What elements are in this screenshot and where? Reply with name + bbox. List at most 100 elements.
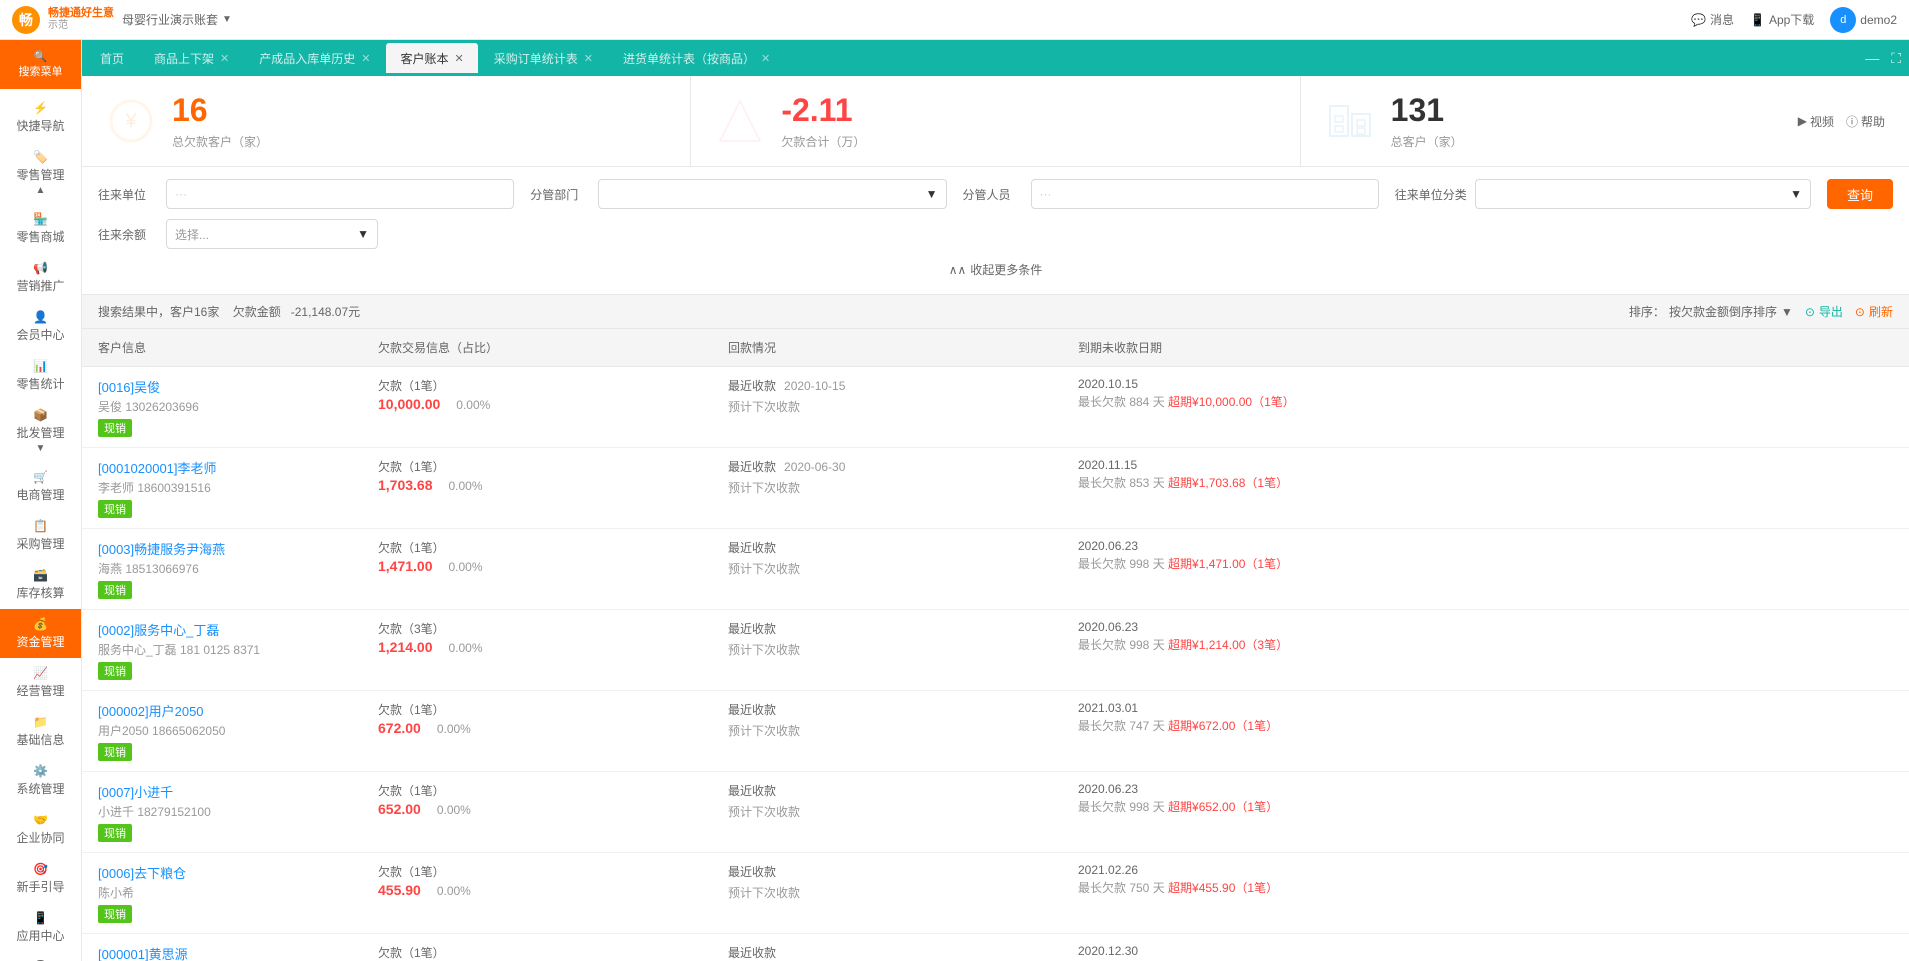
tab-bar-right: — ⛶ [1861, 50, 1905, 67]
sidebar-item-quicknav[interactable]: ⚡ 快捷导航 [0, 93, 81, 142]
sidebar-item-retail-stats[interactable]: 📊 零售统计 [0, 351, 81, 400]
overdue-amount-7[interactable]: 超期¥455.90（1笔） [1168, 881, 1278, 895]
query-button[interactable]: 查询 [1827, 179, 1893, 209]
tab-bar: 首页 商品上下架 ✕ 产成品入库单历史 ✕ 客户账本 ✕ 采购订单统计表 ✕ 进… [82, 40, 1909, 76]
debt-amount-2[interactable]: 1,703.68 [378, 477, 433, 493]
customer-name-1[interactable]: [0016]吴俊 [98, 377, 378, 396]
sidebar-item-enterprise[interactable]: 🤝 企业协同 [0, 805, 81, 854]
recovery-cell-7: 最近收款 预计下次收款 [728, 863, 1078, 901]
customer-name-5[interactable]: [000002]用户2050 [98, 701, 378, 720]
sidebar-item-newguide[interactable]: 🎯 新手引导 [0, 854, 81, 903]
overdue-amount-2[interactable]: 超期¥1,703.68（1笔） [1168, 476, 1288, 490]
overdue-date-2: 2020.11.15 [1078, 458, 1893, 472]
overdue-amount-3[interactable]: 超期¥1,471.00（1笔） [1168, 557, 1288, 571]
refresh-button[interactable]: ⊙ 刷新 [1855, 303, 1893, 320]
help-btn[interactable]: ⓘ 帮助 [1846, 113, 1885, 130]
overdue-days-5: 最长欠款 747 天 超期¥672.00（1笔） [1078, 717, 1893, 734]
video-btn[interactable]: ▶ 视频 [1798, 113, 1834, 130]
sort-button[interactable]: 排序： 按欠款金额倒序排序 ▼ [1629, 303, 1793, 320]
sidebar-item-batch-mgmt[interactable]: 📦 批发管理 ▼ [0, 400, 81, 462]
store-selector[interactable]: 母婴行业演示账套 ▼ [122, 11, 232, 28]
app-download-btn[interactable]: 📱 App下载 [1750, 11, 1814, 28]
sidebar-item-finance[interactable]: 💰 资金管理 [0, 609, 81, 658]
sidebar-item-inventory[interactable]: 🗃️ 库存核算 [0, 560, 81, 609]
debt-amount-1[interactable]: 10,000.00 [378, 396, 440, 412]
table-row: [0016]吴俊 吴俊 13026203696 现销 欠款（1笔） 10,000… [82, 367, 1909, 448]
sidebar-item-retail-mgmt[interactable]: 🏷️ 零售管理 ▲ [0, 142, 81, 204]
recovery-info-1: 最近收款2020-10-15 [728, 377, 1078, 394]
debt-customers-icon: ¥ [106, 96, 156, 146]
sidebar-item-purchase[interactable]: 📋 采购管理 [0, 511, 81, 560]
tab-import-stats-close[interactable]: ✕ [761, 52, 770, 65]
total-customers-value: 131 [1391, 92, 1463, 129]
table-row: [0001020001]李老师 李老师 18600391516 现销 欠款（1笔… [82, 448, 1909, 529]
debt-amount-5[interactable]: 672.00 [378, 720, 421, 736]
tab-production[interactable]: 产成品入库单历史 ✕ [245, 43, 384, 73]
customer-name-3[interactable]: [0003]畅捷服务尹海燕 [98, 539, 378, 558]
recovery-info-7: 最近收款 [728, 863, 1078, 880]
sidebar-item-operations[interactable]: 📈 经营管理 [0, 658, 81, 707]
message-btn[interactable]: 💬 消息 [1691, 11, 1734, 28]
debt-ratio-4: 0.00% [449, 641, 483, 655]
user-name: demo2 [1860, 13, 1897, 27]
tab-maximize-btn[interactable]: ⛶ [1887, 50, 1905, 67]
table-row: [0002]服务中心_丁磊 服务中心_丁磊 181 0125 8371 现销 欠… [82, 610, 1909, 691]
debt-amount-6[interactable]: 652.00 [378, 801, 421, 817]
sidebar-item-marketing[interactable]: 📢 营销推广 [0, 253, 81, 302]
tab-minimize-btn[interactable]: — [1861, 50, 1883, 67]
balance-select[interactable]: 选择... ▼ [166, 219, 378, 249]
unit-category-arrow-icon: ▼ [1790, 187, 1802, 201]
tab-goods[interactable]: 商品上下架 ✕ [140, 43, 243, 73]
customer-name-7[interactable]: [0006]去下粮仓 [98, 863, 378, 882]
customer-name-6[interactable]: [0007]小进千 [98, 782, 378, 801]
tab-customer-account[interactable]: 客户账本 ✕ [386, 43, 477, 73]
sidebar-item-retail-mall[interactable]: 🏪 零售商城 [0, 204, 81, 253]
tab-purchase-stats-label: 采购订单统计表 [494, 50, 578, 67]
customer-name-8[interactable]: [000001]黄思源 [98, 944, 378, 961]
sidebar-item-appcenter[interactable]: 📱 应用中心 [0, 903, 81, 952]
tab-goods-close[interactable]: ✕ [220, 52, 229, 65]
overdue-days-2: 最长欠款 853 天 超期¥1,703.68（1笔） [1078, 474, 1893, 491]
filter-unit-category: 往来单位分类 ▼ [1395, 179, 1811, 209]
help-icon: ⓘ [1846, 113, 1858, 130]
tab-production-close[interactable]: ✕ [361, 52, 370, 65]
user-profile[interactable]: d demo2 [1830, 7, 1897, 33]
debt-amount-value: -2.11 [781, 92, 865, 129]
tab-import-stats[interactable]: 进货单统计表（按商品） ✕ [609, 43, 784, 73]
debt-count-4: 欠款（3笔） [378, 620, 728, 637]
source-unit-input[interactable]: ··· [166, 179, 514, 209]
sidebar-item-baseinfo[interactable]: 📁 基础信息 [0, 707, 81, 756]
overdue-amount-1[interactable]: 超期¥10,000.00（1笔） [1168, 395, 1295, 409]
debt-amount-7[interactable]: 455.90 [378, 882, 421, 898]
dept-select[interactable]: ▼ [598, 179, 946, 209]
sidebar-search[interactable]: 🔍 搜索菜单 [19, 46, 63, 83]
marketing-icon: 📢 [33, 261, 48, 275]
unit-category-select[interactable]: ▼ [1475, 179, 1811, 209]
sidebar-item-sysconfig[interactable]: ⚙️ 系统管理 [0, 756, 81, 805]
debt-amount-4[interactable]: 1,214.00 [378, 639, 433, 655]
person-input[interactable]: ··· [1031, 179, 1379, 209]
customer-cell-2: [0001020001]李老师 李老师 18600391516 现销 [98, 458, 378, 518]
overdue-amount-6[interactable]: 超期¥652.00（1笔） [1168, 800, 1278, 814]
debt-count-6: 欠款（1笔） [378, 782, 728, 799]
th-overdue: 到期未收款日期 [1078, 339, 1893, 356]
tab-home[interactable]: 首页 [86, 43, 138, 73]
recovery-next-3: 预计下次收款 [728, 560, 1078, 577]
tab-customer-account-close[interactable]: ✕ [455, 52, 464, 65]
debt-amount-3[interactable]: 1,471.00 [378, 558, 433, 574]
tab-purchase-stats-close[interactable]: ✕ [584, 52, 593, 65]
sort-label: 排序： [1629, 303, 1665, 320]
export-button[interactable]: ⊙ 导出 [1805, 303, 1843, 320]
sidebar-item-ecommerce[interactable]: 🛒 电商管理 [0, 462, 81, 511]
appcenter-label: 应用中心 [16, 927, 64, 944]
sidebar-item-members[interactable]: 👤 会员中心 [0, 302, 81, 351]
content-area: 首页 商品上下架 ✕ 产成品入库单历史 ✕ 客户账本 ✕ 采购订单统计表 ✕ 进… [82, 40, 1909, 961]
overdue-amount-4[interactable]: 超期¥1,214.00（3笔） [1168, 638, 1288, 652]
sidebar-item-enterprisewx[interactable]: 💬 企业微信 [0, 952, 81, 961]
tab-purchase-stats[interactable]: 采购订单统计表 ✕ [480, 43, 607, 73]
customer-name-2[interactable]: [0001020001]李老师 [98, 458, 378, 477]
overdue-amount-5[interactable]: 超期¥672.00（1笔） [1168, 719, 1278, 733]
collapse-filter-btn[interactable]: ∧∧ 收起更多条件 [98, 257, 1893, 282]
page-content: ¥ 16 总欠款客户（家） -2.11 [82, 76, 1909, 961]
customer-name-4[interactable]: [0002]服务中心_丁磊 [98, 620, 378, 639]
